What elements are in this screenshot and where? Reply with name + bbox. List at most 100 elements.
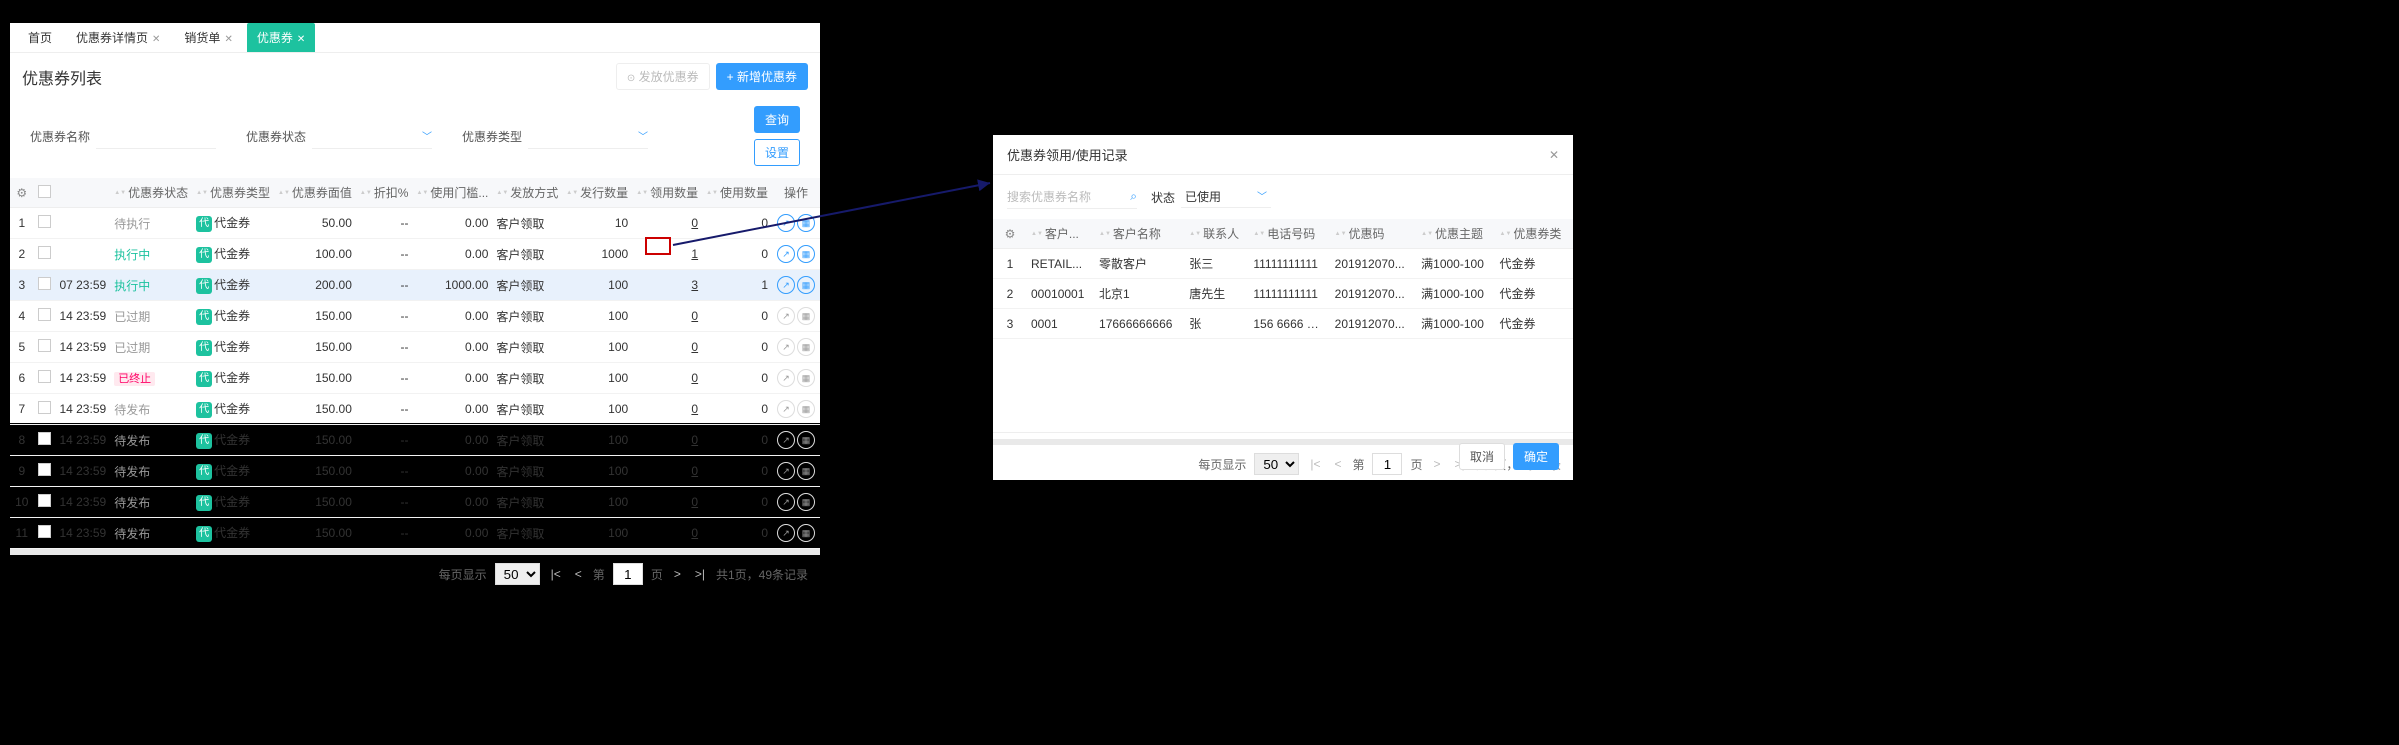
table-row[interactable]: 914 23:59待发布代代金券150.00--0.00客户领取10000↗▦ <box>10 456 820 487</box>
checkbox[interactable] <box>38 432 51 445</box>
gear-icon[interactable]: ⚙ <box>16 186 27 200</box>
checkbox[interactable] <box>38 401 51 414</box>
sort-icon[interactable]: ▲▼ <box>1335 232 1347 237</box>
share-icon[interactable]: ↗ <box>777 307 795 325</box>
table-row[interactable]: 200010001北京1唐先生111111111112019120​70...满… <box>993 279 1573 309</box>
share-icon[interactable]: ↗ <box>777 431 795 449</box>
sort-icon[interactable]: ▲▼ <box>636 191 648 196</box>
share-icon[interactable]: ↗ <box>777 214 795 232</box>
filter-type-select[interactable]: ﹀ <box>528 123 648 149</box>
table-row[interactable]: 614 23:59已终止代代金券150.00--0.00客户领取10000↗▦ <box>10 363 820 394</box>
close-icon[interactable]: ✕ <box>152 34 160 45</box>
filter-status-select[interactable]: ﹀ <box>312 123 432 149</box>
settings-button[interactable]: 设置 <box>754 139 800 166</box>
sort-icon[interactable]: ▲▼ <box>1421 232 1433 237</box>
share-icon[interactable]: ↗ <box>777 276 795 294</box>
sort-icon[interactable]: ▲▼ <box>1253 232 1265 237</box>
checkbox[interactable] <box>38 525 51 538</box>
filter-name-input[interactable] <box>96 123 216 149</box>
qr-icon[interactable]: ▦ <box>797 245 815 263</box>
checkbox[interactable] <box>38 494 51 507</box>
share-icon[interactable]: ↗ <box>777 245 795 263</box>
qr-icon[interactable]: ▦ <box>797 493 815 511</box>
share-icon[interactable]: ↗ <box>777 338 795 356</box>
qr-icon[interactable]: ▦ <box>797 369 815 387</box>
sort-icon[interactable]: ▲▼ <box>114 191 126 196</box>
sort-icon[interactable]: ▲▼ <box>706 191 718 196</box>
sort-icon[interactable]: ▲▼ <box>1500 232 1512 237</box>
table-row[interactable]: 1待执行代代金券50.00--0.00客户领取1000↗▦ <box>10 208 820 239</box>
table-row[interactable]: 1114 23:59待发布代代金券150.00--0.00客户领取10000↗▦ <box>10 518 820 549</box>
qr-icon[interactable]: ▦ <box>797 214 815 232</box>
share-icon[interactable]: ↗ <box>777 369 795 387</box>
ok-button[interactable]: 确定 <box>1513 443 1559 470</box>
qr-icon[interactable]: ▦ <box>797 276 815 294</box>
qr-icon[interactable]: ▦ <box>797 462 815 480</box>
claim-count-link[interactable]: 0 <box>691 340 698 354</box>
table-row[interactable]: 3000117666666666张156 6666 …2019120​70...… <box>993 309 1573 339</box>
table-row[interactable]: 1RETAIL...零散客户张三111111111112019120​70...… <box>993 249 1573 279</box>
tab-coupon[interactable]: 优惠券✕ <box>247 23 315 52</box>
claim-count-link[interactable]: 0 <box>691 464 698 478</box>
share-icon[interactable]: ↗ <box>777 493 795 511</box>
checkbox-all[interactable] <box>38 185 51 198</box>
state-select[interactable]: 已使用﹀ <box>1181 186 1271 208</box>
claim-count-link[interactable]: 0 <box>691 309 698 323</box>
qr-icon[interactable]: ▦ <box>797 400 815 418</box>
claim-count-link[interactable]: 0 <box>691 526 698 540</box>
table-row[interactable]: 714 23:59待发布代代金券150.00--0.00客户领取10000↗▦ <box>10 394 820 425</box>
claim-count-link[interactable]: 0 <box>691 402 698 416</box>
claim-count-link[interactable]: 3 <box>691 278 698 292</box>
first-page-button[interactable]: |< <box>548 567 564 581</box>
issue-coupon-button[interactable]: 发放优惠券 <box>616 63 710 90</box>
last-page-button[interactable]: >| <box>692 567 708 581</box>
query-button[interactable]: 查询 <box>754 106 800 133</box>
table-row[interactable]: 414 23:59已过期代代金券150.00--0.00客户领取10000↗▦ <box>10 301 820 332</box>
qr-icon[interactable]: ▦ <box>797 431 815 449</box>
checkbox[interactable] <box>38 308 51 321</box>
table-row[interactable]: 1014 23:59待发布代代金券150.00--0.00客户领取10000↗▦ <box>10 487 820 518</box>
sort-icon[interactable]: ▲▼ <box>496 191 508 196</box>
sort-icon[interactable]: ▲▼ <box>1031 232 1043 237</box>
table-row[interactable]: 2执行中代代金券100.00--0.00客户领取100010↗▦ <box>10 239 820 270</box>
checkbox[interactable] <box>38 277 51 290</box>
share-icon[interactable]: ↗ <box>777 400 795 418</box>
search-input[interactable]: 搜索优惠券名称 ⌕ <box>1007 185 1137 209</box>
claim-count-link[interactable]: 0 <box>691 495 698 509</box>
qr-icon[interactable]: ▦ <box>797 338 815 356</box>
checkbox[interactable] <box>38 246 51 259</box>
cancel-button[interactable]: 取消 <box>1459 443 1505 470</box>
share-icon[interactable]: ↗ <box>777 524 795 542</box>
tab-sales[interactable]: 销货单✕ <box>174 23 242 52</box>
sort-icon[interactable]: ▲▼ <box>278 191 290 196</box>
sort-icon[interactable]: ▲▼ <box>360 191 372 196</box>
prev-page-button[interactable]: < <box>572 567 585 581</box>
close-icon[interactable]: ✕ <box>224 34 232 45</box>
table-row[interactable]: 814 23:59待发布代代金券150.00--0.00客户领取10000↗▦ <box>10 425 820 456</box>
qr-icon[interactable]: ▦ <box>797 307 815 325</box>
gear-icon[interactable]: ⚙ <box>1005 227 1016 241</box>
table-row[interactable]: 307 23:59执行中代代金券200.00--1000.00客户领取10031… <box>10 270 820 301</box>
close-icon[interactable]: ✕ <box>1549 148 1559 162</box>
claim-count-link[interactable]: 0 <box>691 371 698 385</box>
add-coupon-button[interactable]: + 新增优惠券 <box>716 63 808 90</box>
sort-icon[interactable]: ▲▼ <box>196 191 208 196</box>
next-page-button[interactable]: > <box>671 567 684 581</box>
share-icon[interactable]: ↗ <box>777 462 795 480</box>
sort-icon[interactable]: ▲▼ <box>566 191 578 196</box>
page-size-select[interactable]: 50 <box>495 563 540 585</box>
checkbox[interactable] <box>38 370 51 383</box>
close-icon[interactable]: ✕ <box>297 34 305 45</box>
sort-icon[interactable]: ▲▼ <box>1189 232 1201 237</box>
sort-icon[interactable]: ▲▼ <box>416 191 428 196</box>
page-input[interactable] <box>613 563 643 585</box>
table-row[interactable]: 514 23:59已过期代代金券150.00--0.00客户领取10000↗▦ <box>10 332 820 363</box>
sort-icon[interactable]: ▲▼ <box>1099 232 1111 237</box>
checkbox[interactable] <box>38 463 51 476</box>
claim-count-link[interactable]: 0 <box>691 433 698 447</box>
checkbox[interactable] <box>38 339 51 352</box>
qr-icon[interactable]: ▦ <box>797 524 815 542</box>
claim-count-link[interactable]: 0 <box>691 216 698 230</box>
checkbox[interactable] <box>38 215 51 228</box>
claim-count-link[interactable]: 1 <box>691 247 698 261</box>
